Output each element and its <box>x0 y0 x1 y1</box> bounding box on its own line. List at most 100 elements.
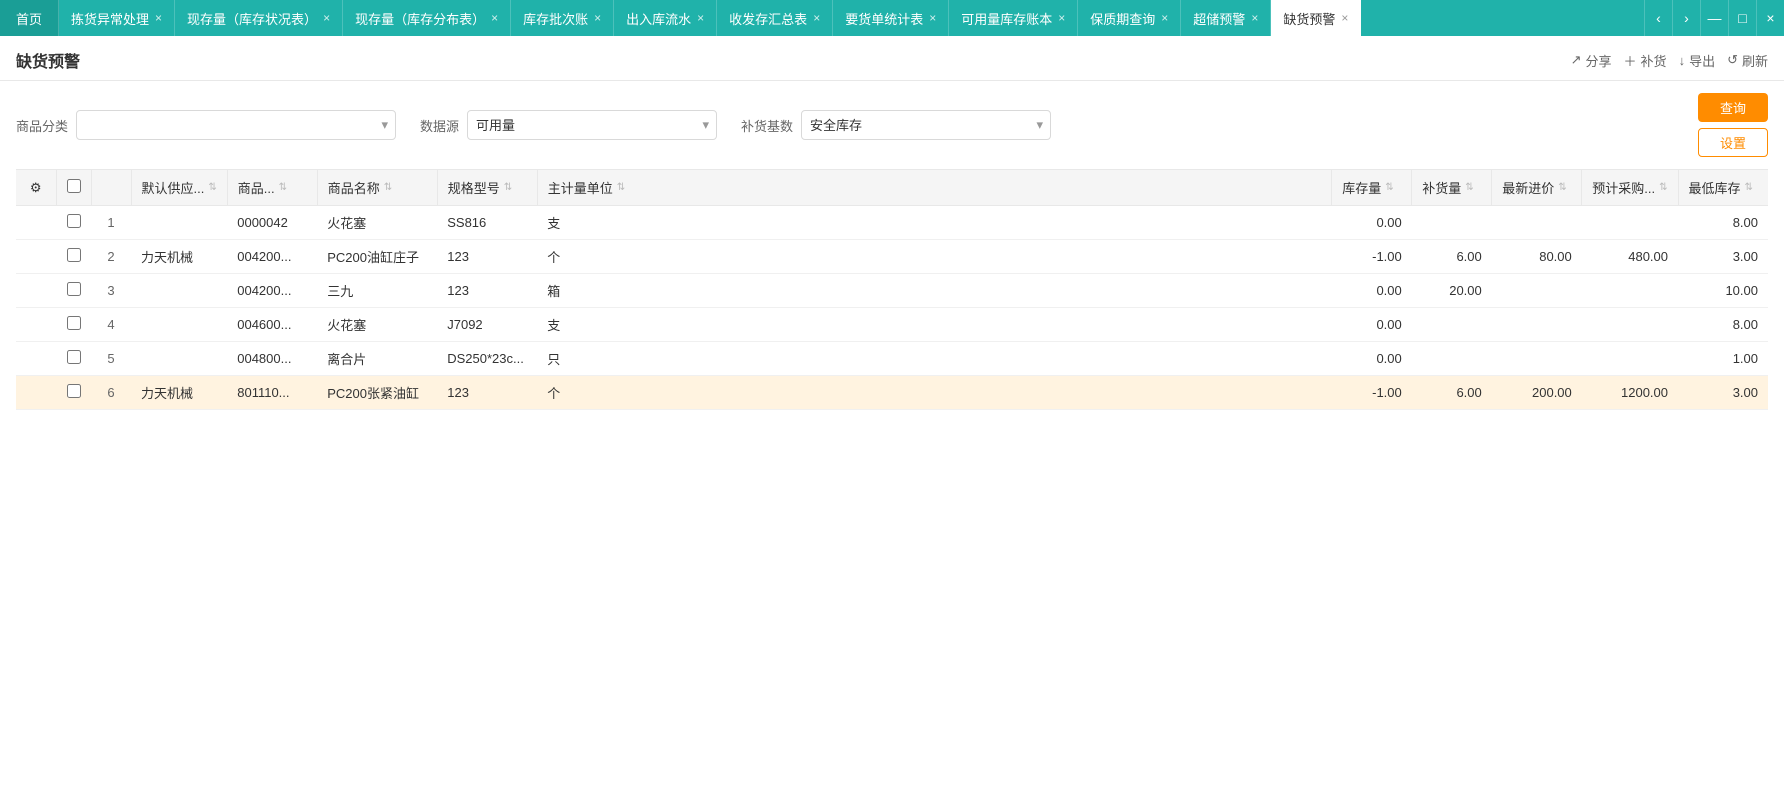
page-header: 缺货预警 ↗ 分享 ＋ 补货 ↓ 导出 ↺ 刷新 <box>0 36 1784 81</box>
tab-close-collect[interactable]: × <box>813 11 820 25</box>
tab-close-inventory-status[interactable]: × <box>323 11 330 25</box>
select-all-checkbox[interactable] <box>67 179 81 193</box>
th-minstock[interactable]: 最低库存⇅ <box>1678 170 1768 206</box>
window-close-button[interactable]: × <box>1756 0 1784 36</box>
row-checkbox[interactable] <box>67 316 81 330</box>
tab-label: 现存量（库存状况表） <box>187 9 317 28</box>
tab-shortage[interactable]: 缺货预警× <box>1271 0 1361 36</box>
table-row: 3 004200... 三九 123 箱 0.00 20.00 10.00 <box>16 274 1768 308</box>
cell-replenish <box>1412 308 1492 342</box>
row-checkbox[interactable] <box>67 248 81 262</box>
cell-supplier: 力天机械 <box>131 376 227 410</box>
cell-unit: 只 <box>537 342 1332 376</box>
cell-supplier <box>131 308 227 342</box>
tab-label: 保质期查询 <box>1090 9 1155 28</box>
cell-check <box>56 206 91 240</box>
replenish-icon: ＋ <box>1624 51 1637 70</box>
cell-stock: 0.00 <box>1332 206 1412 240</box>
row-checkbox[interactable] <box>67 350 81 364</box>
th-code[interactable]: 商品...⇅ <box>227 170 317 206</box>
tab-batch[interactable]: 库存批次账 × <box>511 0 614 36</box>
th-check <box>56 170 91 206</box>
sort-code-icon: ⇅ <box>279 182 287 193</box>
share-icon: ↗ <box>1571 52 1582 68</box>
row-checkbox[interactable] <box>67 214 81 228</box>
cell-stock: 0.00 <box>1332 308 1412 342</box>
cell-spec: DS250*23c... <box>437 342 537 376</box>
cell-stock: 0.00 <box>1332 274 1412 308</box>
share-button[interactable]: ↗ 分享 <box>1571 51 1612 70</box>
tab-label: 首页 <box>16 9 42 28</box>
cell-forecast: 480.00 <box>1582 240 1678 274</box>
th-supplier[interactable]: 默认供应...⇅ <box>131 170 227 206</box>
tab-close-overstock[interactable]: × <box>1251 11 1258 25</box>
tab-close-inout-flow[interactable]: × <box>697 11 704 25</box>
tab-close-inventory-dist[interactable]: × <box>491 11 498 25</box>
tab-abnormal[interactable]: 拣货异常处理 × <box>59 0 175 36</box>
cell-gear <box>16 274 56 308</box>
tab-home[interactable]: 首页 <box>0 0 59 36</box>
th-forecast[interactable]: 预计采购...⇅ <box>1582 170 1678 206</box>
datasource-select[interactable]: 可用量 <box>467 110 717 140</box>
row-checkbox[interactable] <box>67 384 81 398</box>
window-minimize-button[interactable]: — <box>1700 0 1728 36</box>
tab-next-button[interactable]: › <box>1672 0 1700 36</box>
cell-replenish: 6.00 <box>1412 240 1492 274</box>
cell-replenish <box>1412 206 1492 240</box>
tab-label: 拣货异常处理 <box>71 9 149 28</box>
cell-index: 2 <box>91 240 131 274</box>
th-name[interactable]: 商品名称⇅ <box>317 170 437 206</box>
refresh-icon: ↺ <box>1727 52 1738 68</box>
category-filter-group: 商品分类 <box>16 110 396 140</box>
tab-close-expiry[interactable]: × <box>1161 11 1168 25</box>
cell-check <box>56 308 91 342</box>
tab-close-abnormal[interactable]: × <box>155 11 162 25</box>
tab-close-shortage[interactable]: × <box>1341 11 1348 25</box>
refresh-button[interactable]: ↺ 刷新 <box>1727 51 1768 70</box>
th-unit[interactable]: 主计量单位⇅ <box>537 170 1332 206</box>
table-header-row: ⚙ 默认供应...⇅ 商品...⇅ 商品名称⇅ 规格型号⇅ <box>16 170 1768 206</box>
tab-label: 收发存汇总表 <box>729 9 807 28</box>
tab-inventory-status[interactable]: 现存量（库存状况表） × <box>175 0 343 36</box>
tab-order-stat[interactable]: 要货单统计表 × <box>833 0 949 36</box>
th-price[interactable]: 最新进价⇅ <box>1492 170 1582 206</box>
cell-index: 6 <box>91 376 131 410</box>
tab-available[interactable]: 可用量库存账本× <box>949 0 1078 36</box>
query-button[interactable]: 查询 <box>1698 93 1768 122</box>
th-replenish[interactable]: 补货量⇅ <box>1412 170 1492 206</box>
cell-forecast <box>1582 274 1678 308</box>
th-stock[interactable]: 库存量⇅ <box>1332 170 1412 206</box>
cell-unit: 个 <box>537 240 1332 274</box>
tab-collect[interactable]: 收发存汇总表 × <box>717 0 833 36</box>
cell-supplier <box>131 274 227 308</box>
cell-code: 004200... <box>227 240 317 274</box>
cell-gear <box>16 240 56 274</box>
th-spec[interactable]: 规格型号⇅ <box>437 170 537 206</box>
tab-label: 超储预警 <box>1193 9 1245 28</box>
tab-inventory-dist[interactable]: 现存量（库存分布表）× <box>343 0 511 36</box>
tab-close-order-stat[interactable]: × <box>929 11 936 25</box>
cell-forecast <box>1582 308 1678 342</box>
category-select[interactable] <box>76 110 396 140</box>
replenish-base-select[interactable]: 安全库存 <box>801 110 1051 140</box>
cell-spec: 123 <box>437 240 537 274</box>
tab-prev-button[interactable]: ‹ <box>1644 0 1672 36</box>
tab-close-batch[interactable]: × <box>594 11 601 25</box>
replenish-button[interactable]: ＋ 补货 <box>1624 51 1667 70</box>
tab-label: 要货单统计表 <box>845 9 923 28</box>
window-maximize-button[interactable]: □ <box>1728 0 1756 36</box>
tab-expiry[interactable]: 保质期查询 × <box>1078 0 1181 36</box>
sort-spec-icon: ⇅ <box>504 182 512 193</box>
tab-overstock[interactable]: 超储预警 × <box>1181 0 1271 36</box>
settings-button[interactable]: 设置 <box>1698 128 1768 157</box>
tab-inout-flow[interactable]: 出入库流水× <box>614 0 717 36</box>
filter-bar: 商品分类 数据源 可用量 补货基数 安全库存 <box>0 81 1784 169</box>
tab-close-available[interactable]: × <box>1058 11 1065 25</box>
row-checkbox[interactable] <box>67 282 81 296</box>
cell-stock: 0.00 <box>1332 342 1412 376</box>
cell-replenish: 20.00 <box>1412 274 1492 308</box>
tab-label: 库存批次账 <box>523 9 588 28</box>
export-button[interactable]: ↓ 导出 <box>1679 51 1716 70</box>
th-gear[interactable]: ⚙ <box>16 170 56 206</box>
cell-code: 0000042 <box>227 206 317 240</box>
